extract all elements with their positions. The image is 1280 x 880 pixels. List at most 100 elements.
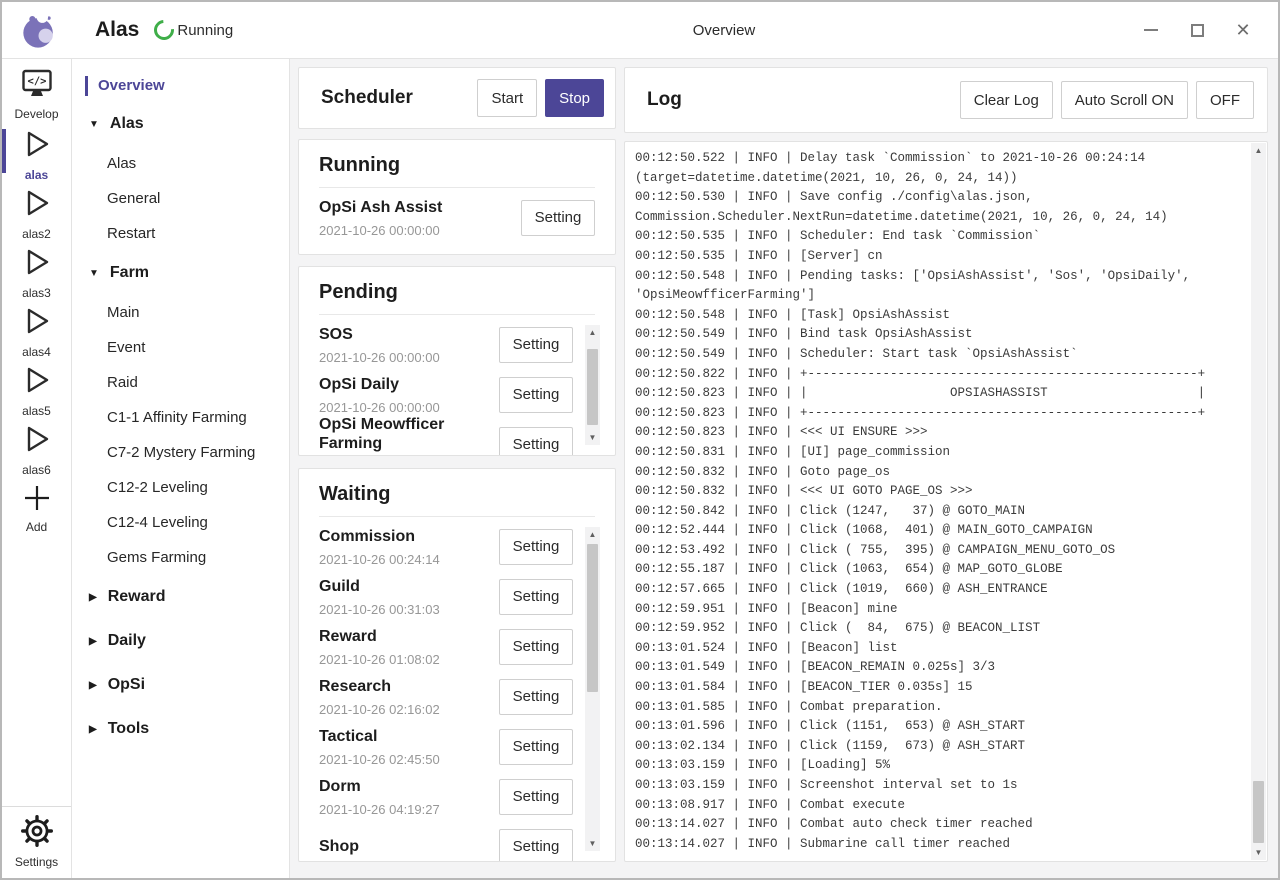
setting-button[interactable]: Setting (499, 427, 573, 457)
setting-button[interactable]: Setting (499, 377, 573, 413)
log-line: 00:13:14.027 | INFO | Combat auto check … (635, 815, 1239, 835)
nav-group-label: Tools (108, 720, 149, 738)
setting-button[interactable]: Setting (521, 200, 595, 236)
brand: Alas Running (2, 11, 233, 49)
setting-button[interactable]: Setting (499, 829, 573, 863)
scroll-up-icon[interactable]: ▲ (1251, 143, 1266, 158)
sidebar-item-restart[interactable]: Restart (72, 216, 289, 251)
log-line: 00:13:02.134 | INFO | Click (1159, 673) … (635, 737, 1239, 757)
scrollbar-thumb[interactable] (1253, 781, 1264, 843)
task-name: Commission (319, 527, 440, 546)
setting-button[interactable]: Setting (499, 729, 573, 765)
nav-group-label: Reward (108, 588, 166, 606)
task-next-run-time: 2021-10-26 04:19:27 (319, 802, 440, 817)
rail-item-label: alas6 (22, 463, 51, 477)
waiting-task-list: Commission2021-10-26 00:24:14SettingGuil… (319, 517, 573, 862)
rail-item-settings[interactable]: Settings (2, 811, 71, 870)
log-line: 00:12:50.832 | INFO | Goto page_os (635, 463, 1239, 483)
task-next-run-time: 2021-10-26 00:00:00 (319, 400, 440, 415)
task-row: Commission2021-10-26 00:24:14Setting (319, 517, 573, 567)
task-row: Reward2021-10-26 01:08:02Setting (319, 617, 573, 667)
pending-scrollbar[interactable]: ▲ ▼ (585, 325, 600, 445)
sidebar-item-raid[interactable]: Raid (72, 365, 289, 400)
stop-button[interactable]: Stop (545, 79, 604, 117)
sidebar-item-main[interactable]: Main (72, 295, 289, 330)
log-line: 00:12:50.549 | INFO | Scheduler: Start t… (635, 345, 1239, 365)
log-line: 00:13:01.549 | INFO | [BEACON_REMAIN 0.0… (635, 658, 1239, 678)
clear-log-button[interactable]: Clear Log (960, 81, 1053, 119)
instance-rail-bottom: Settings (2, 806, 71, 878)
rail-item-alas3[interactable]: alas3 (2, 242, 71, 301)
scroll-down-icon[interactable]: ▼ (585, 430, 600, 445)
code-monitor-icon: </> (19, 68, 55, 106)
rail-item-alas4[interactable]: alas4 (2, 301, 71, 360)
auto-scroll-on-button[interactable]: Auto Scroll ON (1061, 81, 1188, 119)
task-name: OpSi Ash Assist (319, 198, 442, 217)
log-buttons: Clear Log Auto Scroll ON OFF (960, 81, 1254, 119)
close-button[interactable]: ✕ (1235, 22, 1251, 38)
nav-group-label: Alas (110, 115, 144, 133)
nav-group-alas[interactable]: ▼Alas (72, 102, 289, 146)
setting-button[interactable]: Setting (499, 629, 573, 665)
nav-group-daily[interactable]: ▶Daily (72, 619, 289, 663)
rail-item-develop[interactable]: </>Develop (2, 65, 71, 124)
rail-item-label: alas (25, 168, 48, 182)
play-icon (19, 126, 55, 167)
scroll-up-icon[interactable]: ▲ (585, 527, 600, 542)
rail-item-label: alas3 (22, 286, 51, 300)
scroll-down-icon[interactable]: ▼ (1251, 845, 1266, 860)
rail-item-alas6[interactable]: alas6 (2, 419, 71, 478)
task-row: Shop Setting (319, 817, 573, 862)
log-line: 00:12:55.187 | INFO | Click (1063, 654) … (635, 560, 1239, 580)
start-button[interactable]: Start (477, 79, 537, 117)
pending-card: Pending SOS2021-10-26 00:00:00SettingOpS… (298, 266, 616, 456)
scrollbar-thumb[interactable] (587, 544, 598, 692)
task-next-run-time: 2021-10-26 01:08:02 (319, 652, 440, 667)
setting-button[interactable]: Setting (499, 779, 573, 815)
setting-button[interactable]: Setting (499, 529, 573, 565)
nav-group-tools[interactable]: ▶ Tools (72, 707, 289, 751)
sidebar-item-c7-2-mystery-farming[interactable]: C7-2 Mystery Farming (72, 435, 289, 470)
rail-item-alas[interactable]: alas (2, 124, 71, 183)
setting-button[interactable]: Setting (499, 579, 573, 615)
app-title: Alas (95, 18, 139, 42)
caret-right-icon: ▶ (89, 724, 97, 735)
task-info: Shop (319, 837, 359, 856)
task-row: OpSi Ash Assist2021-10-26 00:00:00Settin… (319, 188, 595, 238)
nav-group-farm[interactable]: ▼Farm (72, 251, 289, 295)
log-scrollbar[interactable]: ▲ ▼ (1251, 143, 1266, 860)
setting-button[interactable]: Setting (499, 679, 573, 715)
rail-item-alas5[interactable]: alas5 (2, 360, 71, 419)
log-line: 00:12:50.823 | INFO | | OPSIASHASSIST | (635, 384, 1239, 404)
log-line: 00:13:03.159 | INFO | Screenshot interva… (635, 776, 1239, 796)
waiting-scrollbar[interactable]: ▲ ▼ (585, 527, 600, 851)
scheduler-status: Running (177, 22, 233, 39)
sidebar-item-c12-2-leveling[interactable]: C12-2 Leveling (72, 470, 289, 505)
close-icon: ✕ (1235, 21, 1250, 39)
sidebar-item-event[interactable]: Event (72, 330, 289, 365)
task-row: SOS2021-10-26 00:00:00Setting (319, 315, 573, 365)
sidebar-item-overview[interactable]: Overview (72, 71, 289, 102)
maximize-button[interactable] (1189, 22, 1205, 38)
scroll-up-icon[interactable]: ▲ (585, 325, 600, 340)
nav-group-opsi[interactable]: ▶OpSi (72, 663, 289, 707)
rail-item-alas2[interactable]: alas2 (2, 183, 71, 242)
scroll-down-icon[interactable]: ▼ (585, 836, 600, 851)
play-icon (19, 185, 55, 226)
rail-item-add[interactable]: Add (2, 478, 71, 537)
sidebar-item-general[interactable]: General (72, 181, 289, 216)
sidebar-item-alas[interactable]: Alas (72, 146, 289, 181)
svg-text:</>: </> (27, 76, 46, 88)
minimize-button[interactable] (1143, 22, 1159, 38)
running-spinner-icon (150, 16, 178, 44)
sidebar-item-c12-4-leveling[interactable]: C12-4 Leveling (72, 505, 289, 540)
sidebar-item-gems-farming[interactable]: Gems Farming (72, 540, 289, 575)
task-row: Tactical2021-10-26 02:45:50Setting (319, 717, 573, 767)
log-line: 00:12:50.548 | INFO | Pending tasks: ['O… (635, 267, 1239, 306)
sidebar-item-c1-1-affinity-farming[interactable]: C1-1 Affinity Farming (72, 400, 289, 435)
nav-group-reward[interactable]: ▶Reward (72, 575, 289, 619)
scrollbar-thumb[interactable] (587, 349, 598, 425)
auto-scroll-off-button[interactable]: OFF (1196, 81, 1254, 119)
setting-button[interactable]: Setting (499, 327, 573, 363)
task-next-run-time: 2021-10-26 02:16:02 (319, 702, 440, 717)
